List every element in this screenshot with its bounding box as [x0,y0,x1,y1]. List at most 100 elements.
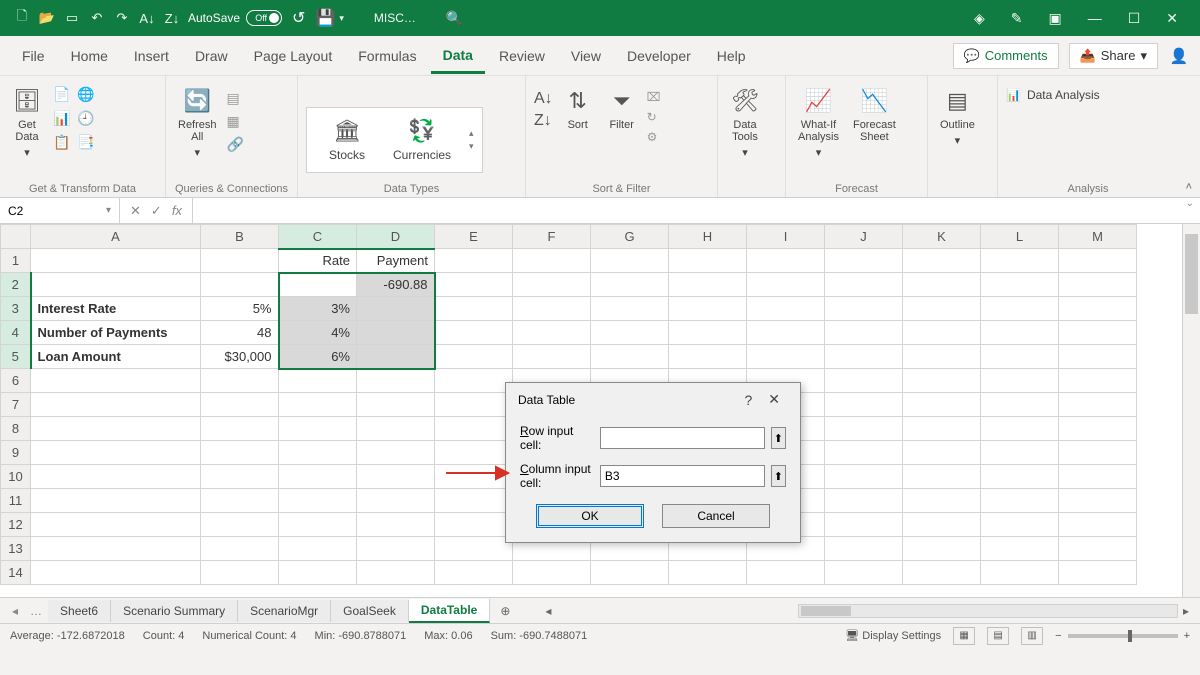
cell-B1[interactable] [201,249,279,273]
autosave-toggle[interactable]: AutoSave Off [188,10,282,26]
share-button[interactable]: 📤 Share ▾ [1069,43,1158,69]
tab-developer[interactable]: Developer [615,40,703,72]
cell-K2[interactable] [903,273,981,297]
cell-C14[interactable] [279,561,357,585]
cell-K4[interactable] [903,321,981,345]
cell-A6[interactable] [31,369,201,393]
cell-C2[interactable] [279,273,357,297]
filter-button[interactable]: ⏷Filter [603,84,641,133]
save2-icon[interactable]: 💾 [315,8,335,28]
row-header[interactable]: 10 [1,465,31,489]
data-analysis-button[interactable]: 📊 Data Analysis [1006,88,1100,102]
sort-desc-icon[interactable]: Z↓ [164,10,180,26]
cell-B7[interactable] [201,393,279,417]
cell-E14[interactable] [435,561,513,585]
cell-B14[interactable] [201,561,279,585]
cell-J7[interactable] [825,393,903,417]
cell-E13[interactable] [435,537,513,561]
cell-D1[interactable]: Payment [357,249,435,273]
vertical-scrollbar[interactable] [1182,224,1200,597]
close-window-icon[interactable]: ✕ [1166,10,1178,27]
cell-G2[interactable] [591,273,669,297]
cell-C6[interactable] [279,369,357,393]
cell-B11[interactable] [201,489,279,513]
cell-C8[interactable] [279,417,357,441]
cell-A4[interactable]: Number of Payments [31,321,201,345]
cell-A13[interactable] [31,537,201,561]
tab-page-layout[interactable]: Page Layout [242,40,345,72]
cell-L14[interactable] [981,561,1059,585]
cell-B3[interactable]: 5% [201,297,279,321]
cell-H1[interactable] [669,249,747,273]
wand-icon[interactable]: ✎ [1011,10,1023,27]
cell-B5[interactable]: $30,000 [201,345,279,369]
cell-C10[interactable] [279,465,357,489]
cell-L6[interactable] [981,369,1059,393]
cell-C3[interactable]: 3% [279,297,357,321]
history-icon[interactable]: ↺ [292,8,305,28]
cell-M2[interactable] [1059,273,1137,297]
cell-M9[interactable] [1059,441,1137,465]
row-ref-picker-icon[interactable]: ⬆ [771,427,786,449]
cell-F5[interactable] [513,345,591,369]
cell-D4[interactable] [357,321,435,345]
row-header[interactable]: 9 [1,441,31,465]
row-header[interactable]: 8 [1,417,31,441]
sheet-tab[interactable]: ScenarioMgr [238,600,331,622]
row-header[interactable]: 12 [1,513,31,537]
clear-filter-icon[interactable]: ⌧ [647,90,661,104]
props-icon[interactable]: ▦ [227,113,244,130]
dialog-help-icon[interactable]: ? [736,392,760,408]
cell-F4[interactable] [513,321,591,345]
reapply-icon[interactable]: ↻ [647,110,661,124]
tab-view[interactable]: View [559,40,613,72]
cell-E4[interactable] [435,321,513,345]
cell-E12[interactable] [435,513,513,537]
from-text-icon[interactable]: 📄 [52,84,72,104]
cell-K3[interactable] [903,297,981,321]
open-file-icon[interactable]: 📂 [39,10,55,26]
cell-B6[interactable] [201,369,279,393]
cell-L2[interactable] [981,273,1059,297]
cell-A2[interactable] [31,273,201,297]
cell-K1[interactable] [903,249,981,273]
column-header[interactable]: G [591,225,669,249]
cell-C13[interactable] [279,537,357,561]
tab-data[interactable]: Data [431,39,485,74]
cell-M13[interactable] [1059,537,1137,561]
cell-F14[interactable] [513,561,591,585]
cell-A1[interactable] [31,249,201,273]
dialog-close-icon[interactable]: ✕ [760,391,788,408]
row-header[interactable]: 7 [1,393,31,417]
cell-A7[interactable] [31,393,201,417]
collapse-ribbon-icon[interactable]: ˄ [1186,181,1192,193]
diamond-icon[interactable]: ◈ [974,10,985,27]
cell-D14[interactable] [357,561,435,585]
cell-C4[interactable]: 4% [279,321,357,345]
cell-C1[interactable]: Rate [279,249,357,273]
row-input-cell-field[interactable] [600,427,765,449]
cell-L5[interactable] [981,345,1059,369]
cell-J6[interactable] [825,369,903,393]
cell-L4[interactable] [981,321,1059,345]
cell-M1[interactable] [1059,249,1137,273]
cell-G4[interactable] [591,321,669,345]
row-header[interactable]: 3 [1,297,31,321]
display-settings-button[interactable]: 🖥 Display Settings [845,629,941,642]
row-header[interactable]: 13 [1,537,31,561]
cell-C11[interactable] [279,489,357,513]
cell-K5[interactable] [903,345,981,369]
sort-asc-icon[interactable]: A↓ [139,10,155,26]
cell-J9[interactable] [825,441,903,465]
column-header[interactable]: L [981,225,1059,249]
minimize-icon[interactable]: ― [1088,10,1102,26]
cell-I1[interactable] [747,249,825,273]
cell-I5[interactable] [747,345,825,369]
column-header[interactable]: E [435,225,513,249]
cell-D13[interactable] [357,537,435,561]
row-header[interactable]: 14 [1,561,31,585]
sort-za-icon[interactable]: Z↓ [534,112,553,130]
column-header[interactable]: K [903,225,981,249]
fx-icon[interactable]: fx [172,203,182,218]
sort-button[interactable]: ⇅Sort [559,84,597,133]
